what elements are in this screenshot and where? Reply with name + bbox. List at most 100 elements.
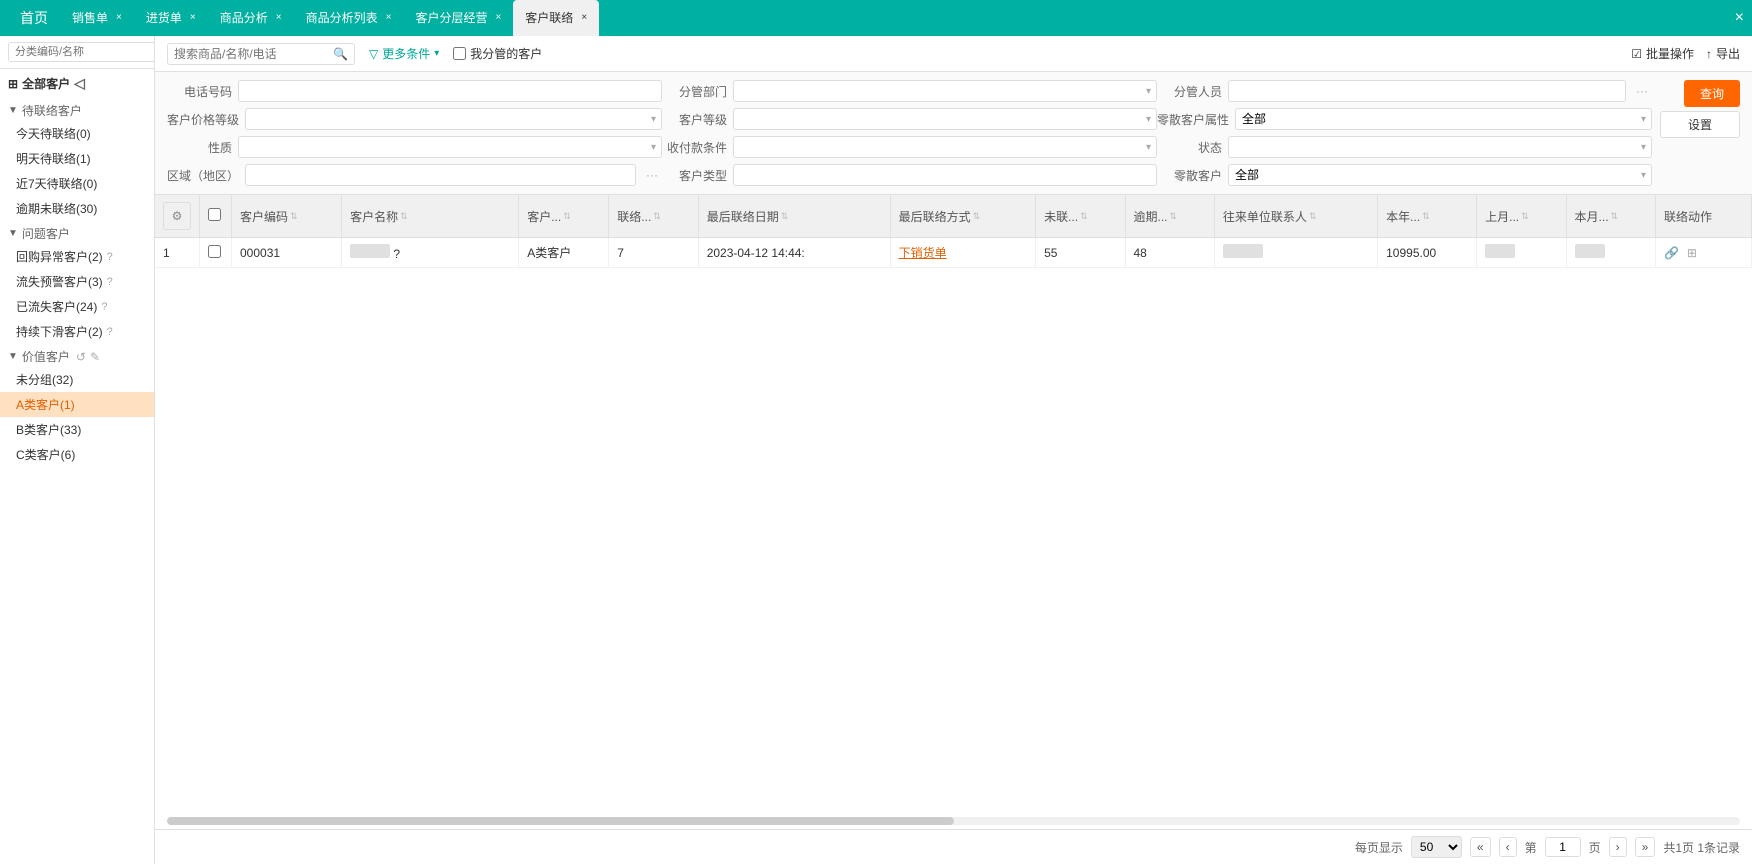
last-method-link[interactable]: 下销货单 — [899, 246, 947, 260]
filter-payment-select[interactable] — [733, 136, 1157, 158]
row-checkbox[interactable] — [208, 245, 221, 258]
table-settings-gear[interactable]: ⚙ — [163, 202, 191, 230]
nav-close-all[interactable]: × — [1735, 9, 1744, 27]
toolbar-right: ☑ 批量操作 ↑ 导出 — [1631, 45, 1740, 62]
nav-tab-purchase[interactable]: 进货单 × — [134, 0, 208, 36]
filter-phone-input[interactable] — [238, 80, 662, 102]
td-lastmethod[interactable]: 下销货单 — [890, 238, 1036, 268]
close-analysis-list-tab[interactable]: × — [386, 0, 392, 36]
filter-nature-select[interactable] — [238, 136, 662, 158]
nav-home[interactable]: 首页 — [8, 0, 60, 36]
settings-button[interactable]: 设置 — [1660, 111, 1740, 138]
sort-icon[interactable]: ⇅ — [1309, 211, 1317, 222]
filter-scatter-attr-select[interactable]: 全部 — [1235, 108, 1652, 130]
page-number-input[interactable] — [1545, 837, 1581, 857]
close-purchase-tab[interactable]: × — [190, 0, 196, 36]
sort-icon[interactable]: ⇅ — [973, 211, 981, 222]
more-filters-btn[interactable]: ▽ 更多条件 ▾ — [363, 42, 445, 65]
sidebar-item-declining[interactable]: 持续下滑客户(2) ? — [0, 319, 154, 344]
sort-icon[interactable]: ⇅ — [1422, 211, 1430, 222]
sidebar-item-7days[interactable]: 近7天待联络(0) — [0, 171, 154, 196]
question-icon: ? — [101, 301, 107, 313]
sort-icon[interactable]: ⇅ — [653, 211, 661, 222]
filter-region-input[interactable] — [245, 164, 636, 186]
sidebar-item-ungrouped[interactable]: 未分组(32) — [0, 367, 154, 392]
filter-price-select[interactable] — [245, 108, 662, 130]
my-customers-checkbox[interactable]: 我分管的客户 — [453, 45, 542, 62]
refresh-icon[interactable]: ↺ — [76, 350, 86, 364]
batch-op-btn[interactable]: ☑ 批量操作 — [1631, 45, 1694, 62]
action-link-icon[interactable]: 🔗 — [1664, 246, 1679, 260]
filter-status-wrap: ▾ — [1228, 136, 1652, 158]
nav-tab-analysis-list[interactable]: 商品分析列表 × — [294, 0, 404, 36]
sort-icon[interactable]: ⇅ — [1080, 211, 1088, 222]
sidebar-item-class-c[interactable]: C类客户(6) — [0, 442, 154, 467]
next-page-btn[interactable]: › — [1609, 837, 1627, 857]
scrollbar-thumb[interactable] — [167, 817, 954, 825]
close-customer-contact-tab[interactable]: × — [581, 0, 587, 36]
filter-scatter-select[interactable]: 全部 — [1228, 164, 1652, 186]
sort-icon[interactable]: ⇅ — [1521, 211, 1529, 222]
filter-customer-level-select[interactable] — [733, 108, 1157, 130]
filter-price-level: 客户价格等级 ▾ — [167, 108, 662, 130]
sidebar-collapse-btn[interactable]: ◁ — [74, 75, 85, 92]
nav-tab-customer-mgmt[interactable]: 客户分层经营 × — [403, 0, 513, 36]
prev-page-btn[interactable]: ‹ — [1499, 837, 1517, 857]
sidebar-item-class-b[interactable]: B类客户(33) — [0, 417, 154, 442]
filter-dept-select[interactable] — [733, 80, 1157, 102]
filter-customer-type-input[interactable] — [733, 164, 1157, 186]
sidebar-all-customers[interactable]: ⊞ 全部客户 ◁ — [0, 69, 154, 98]
close-analysis-tab[interactable]: × — [276, 0, 282, 36]
col-type-label: 客户... — [527, 208, 561, 225]
filter-person-input[interactable] — [1228, 80, 1626, 102]
close-customer-mgmt-tab[interactable]: × — [495, 0, 501, 36]
sidebar-item-overdue[interactable]: 逾期未联络(30) — [0, 196, 154, 221]
main-layout: 🔍 ⊞ 全部客户 ◁ ▼ 待联络客户 今天待联络(0) 明天待联络(1) 近7天… — [0, 36, 1752, 864]
toolbar-search-icon[interactable]: 🔍 — [333, 47, 348, 61]
filter-phone-label: 电话号码 — [167, 83, 232, 100]
sidebar-value-group[interactable]: ▼ 价值客户 ↺ ✎ — [0, 344, 154, 367]
filter-row-2: 客户价格等级 ▾ 客户等级 ▾ — [167, 108, 1652, 130]
sidebar-problem-group[interactable]: ▼ 问题客户 — [0, 221, 154, 244]
filter-scatter-attr-label: 零散客户属性 — [1157, 111, 1229, 128]
sidebar-item-today[interactable]: 今天待联络(0) — [0, 121, 154, 146]
sort-icon[interactable]: ⇅ — [781, 211, 789, 222]
nav-tab-customer-contact[interactable]: 客户联络 × — [513, 0, 599, 36]
col-thismonth-label: 本月... — [1575, 208, 1609, 225]
first-page-btn[interactable]: « — [1470, 837, 1491, 857]
sort-icon[interactable]: ⇅ — [400, 211, 408, 222]
select-all-checkbox[interactable] — [208, 208, 221, 221]
sidebar-item-churn-warning[interactable]: 流失预警客户(3) ? — [0, 269, 154, 294]
sidebar-item-class-a[interactable]: A类客户(1) — [0, 392, 154, 417]
filter-dept-select-wrap: ▾ — [733, 80, 1157, 102]
close-sales-tab[interactable]: × — [116, 0, 122, 36]
th-contact: 联络...⇅ — [609, 195, 698, 238]
horizontal-scrollbar[interactable] — [167, 817, 1740, 825]
filter-status-select[interactable] — [1228, 136, 1652, 158]
nav-tab-analysis[interactable]: 商品分析 × — [208, 0, 294, 36]
sort-icon[interactable]: ⇅ — [290, 211, 298, 222]
filter-region-dots[interactable]: ··· — [642, 168, 662, 182]
query-button[interactable]: 查询 — [1684, 80, 1740, 107]
sort-icon[interactable]: ⇅ — [1611, 211, 1619, 222]
sort-icon[interactable]: ⇅ — [1170, 211, 1178, 222]
edit-icon[interactable]: ✎ — [90, 350, 100, 364]
sort-icon[interactable]: ⇅ — [563, 211, 571, 222]
per-page-select[interactable]: 50 100 200 — [1411, 836, 1462, 858]
sidebar-pending-group[interactable]: ▼ 待联络客户 — [0, 98, 154, 121]
sidebar-item-churned[interactable]: 已流失客户(24) ? — [0, 294, 154, 319]
toolbar-search-box: 🔍 — [167, 43, 355, 65]
last-page-btn[interactable]: » — [1635, 837, 1656, 857]
sidebar-item-tomorrow[interactable]: 明天待联络(1) — [0, 146, 154, 171]
my-customers-check[interactable] — [453, 47, 466, 60]
sidebar-item-abnormal[interactable]: 回购异常客户(2) ? — [0, 244, 154, 269]
filter-person-dots[interactable]: ··· — [1632, 84, 1652, 98]
sidebar-search-area: 🔍 — [0, 36, 154, 69]
action-grid-icon[interactable]: ⊞ — [1687, 246, 1697, 260]
arrow-icon: ▼ — [8, 351, 18, 362]
export-btn[interactable]: ↑ 导出 — [1706, 45, 1740, 62]
td-type: A类客户 — [519, 238, 609, 268]
nav-tab-sales[interactable]: 销售单 × — [60, 0, 134, 36]
sidebar-search-input[interactable] — [8, 42, 155, 62]
toolbar-search-input[interactable] — [174, 47, 329, 61]
